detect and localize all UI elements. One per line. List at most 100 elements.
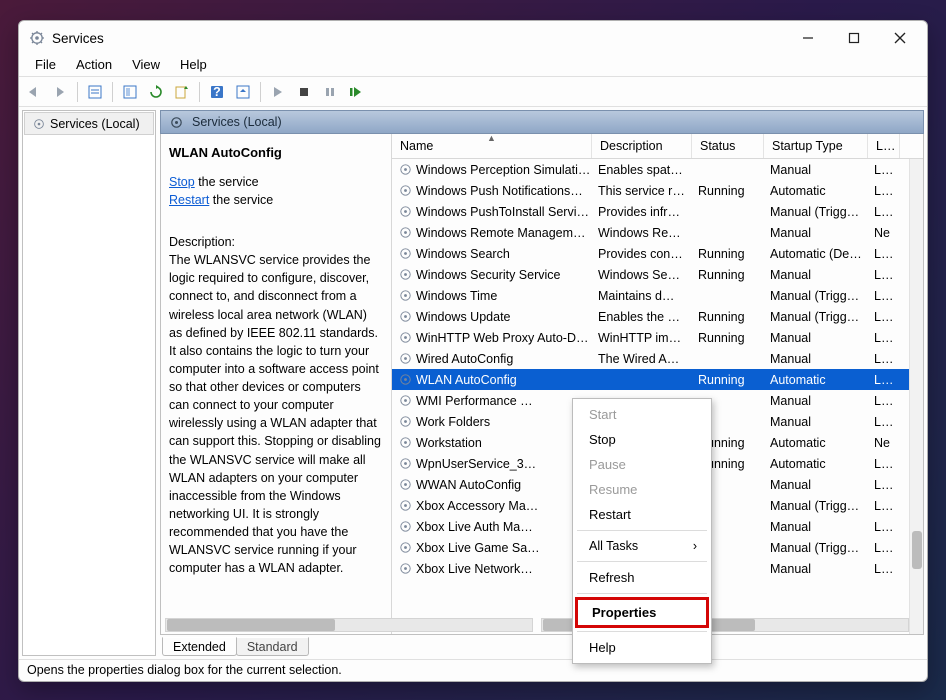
gear-icon — [398, 267, 413, 282]
description-text: The WLANSVC service provides the logic r… — [169, 251, 381, 577]
scroll-thumb[interactable] — [912, 531, 922, 569]
service-startup: Automatic — [764, 457, 868, 471]
context-menu: Start Stop Pause Resume Restart All Task… — [572, 398, 712, 664]
service-logon: Ne — [868, 436, 900, 450]
close-button[interactable] — [877, 22, 923, 54]
tree-pane: Services (Local) — [22, 110, 156, 656]
service-row[interactable]: Windows UpdateEnables the …RunningManual… — [392, 306, 923, 327]
service-name: Windows Perception Simulati… — [416, 163, 590, 177]
gear-icon — [398, 225, 413, 240]
service-row[interactable]: Windows Remote Managem…Windows Re…Manual… — [392, 222, 923, 243]
service-row[interactable]: Windows Perception Simulati…Enables spat… — [392, 159, 923, 180]
service-name: Windows Push Notifications… — [416, 184, 583, 198]
col-status[interactable]: Status — [692, 134, 764, 158]
pane-header: Services (Local) — [160, 110, 924, 134]
play-icon[interactable] — [266, 80, 290, 104]
forward-icon[interactable] — [48, 80, 72, 104]
service-name: Xbox Live Game Sa… — [416, 541, 540, 555]
service-logon: Loc — [868, 373, 900, 387]
service-row[interactable]: Wired AutoConfigThe Wired A…ManualLoc — [392, 348, 923, 369]
restart-tail: the service — [209, 193, 273, 207]
service-startup: Manual (Trigg… — [764, 499, 868, 513]
tree-label: Services (Local) — [50, 117, 140, 131]
pause-control-icon[interactable] — [318, 80, 342, 104]
service-logon: Loc — [868, 415, 900, 429]
ctx-all-tasks[interactable]: All Tasks› — [575, 534, 709, 558]
ctx-divider — [577, 593, 707, 594]
pane-title: Services (Local) — [192, 115, 282, 129]
tab-standard[interactable]: Standard — [236, 637, 309, 656]
service-startup: Manual (Trigg… — [764, 205, 868, 219]
restart-link[interactable]: Restart — [169, 193, 209, 207]
export-icon[interactable] — [170, 80, 194, 104]
gear-icon — [398, 477, 413, 492]
show-hide-icon[interactable] — [118, 80, 142, 104]
tree-services-local[interactable]: Services (Local) — [24, 112, 154, 135]
service-row[interactable]: WLAN AutoConfigRunningAutomaticLoc — [392, 369, 923, 390]
gear-icon — [398, 183, 413, 198]
ctx-restart[interactable]: Restart — [575, 502, 709, 527]
service-name: WinHTTP Web Proxy Auto-D… — [416, 331, 589, 345]
stop-control-icon[interactable] — [292, 80, 316, 104]
sort-asc-icon: ▲ — [487, 134, 496, 143]
service-row[interactable]: Windows Push Notifications…This service … — [392, 180, 923, 201]
menu-file[interactable]: File — [25, 55, 66, 76]
service-startup: Manual (Trigg… — [764, 541, 868, 555]
restart-control-icon[interactable] — [344, 80, 368, 104]
service-name: WWAN AutoConfig — [416, 478, 521, 492]
service-startup: Manual — [764, 520, 868, 534]
gear-icon — [398, 330, 413, 345]
help-icon[interactable]: ? — [205, 80, 229, 104]
tab-extended[interactable]: Extended — [162, 637, 237, 656]
service-row[interactable]: WinHTTP Web Proxy Auto-D…WinHTTP im…Runn… — [392, 327, 923, 348]
ctx-refresh[interactable]: Refresh — [575, 565, 709, 590]
menu-action[interactable]: Action — [66, 55, 122, 76]
status-bar: Opens the properties dialog box for the … — [19, 659, 927, 681]
service-name: WLAN AutoConfig — [416, 373, 517, 387]
vertical-scrollbar[interactable] — [909, 159, 923, 634]
service-desc: Windows Re… — [592, 226, 692, 240]
service-logon: Loc — [868, 457, 900, 471]
service-logon: Loc — [868, 184, 900, 198]
gear-icon — [398, 561, 413, 576]
col-startup[interactable]: Startup Type — [764, 134, 868, 158]
service-status: Running — [692, 184, 764, 198]
menu-view[interactable]: View — [122, 55, 170, 76]
service-startup: Manual (Trigg… — [764, 310, 868, 324]
service-logon: Loc — [868, 562, 900, 576]
service-logon: Loc — [868, 163, 900, 177]
service-row[interactable]: Windows PushToInstall Servi…Provides inf… — [392, 201, 923, 222]
menu-help[interactable]: Help — [170, 55, 217, 76]
tab-strip: Extended Standard — [160, 634, 924, 656]
ctx-stop[interactable]: Stop — [575, 427, 709, 452]
properties-icon[interactable] — [83, 80, 107, 104]
col-description[interactable]: Description — [592, 134, 692, 158]
service-name: WpnUserService_3… — [416, 457, 536, 471]
refresh-icon[interactable] — [144, 80, 168, 104]
service-status: Running — [692, 373, 764, 387]
service-desc: Windows Se… — [592, 268, 692, 282]
filter-icon[interactable] — [231, 80, 255, 104]
minimize-button[interactable] — [785, 22, 831, 54]
back-icon[interactable] — [22, 80, 46, 104]
service-startup: Manual — [764, 268, 868, 282]
gear-icon — [398, 435, 413, 450]
stop-link[interactable]: Stop — [169, 175, 195, 189]
col-logon[interactable]: Log — [868, 134, 900, 158]
col-name[interactable]: ▲Name — [392, 134, 592, 158]
ctx-help[interactable]: Help — [575, 635, 709, 660]
column-headers: ▲Name Description Status Startup Type Lo… — [392, 134, 923, 159]
service-startup: Manual (Trigg… — [764, 289, 868, 303]
maximize-button[interactable] — [831, 22, 877, 54]
ctx-properties[interactable]: Properties — [575, 597, 709, 628]
service-row[interactable]: Windows Security ServiceWindows Se…Runni… — [392, 264, 923, 285]
service-row[interactable]: Windows TimeMaintains d…Manual (Trigg…Lo… — [392, 285, 923, 306]
gear-icon — [398, 519, 413, 534]
service-status: Running — [692, 331, 764, 345]
service-name: Xbox Accessory Ma… — [416, 499, 538, 513]
service-desc: Enables spat… — [592, 163, 692, 177]
service-status: Running — [692, 268, 764, 282]
service-row[interactable]: Windows SearchProvides con…RunningAutoma… — [392, 243, 923, 264]
service-logon: Loc — [868, 268, 900, 282]
titlebar: Services — [19, 21, 927, 55]
